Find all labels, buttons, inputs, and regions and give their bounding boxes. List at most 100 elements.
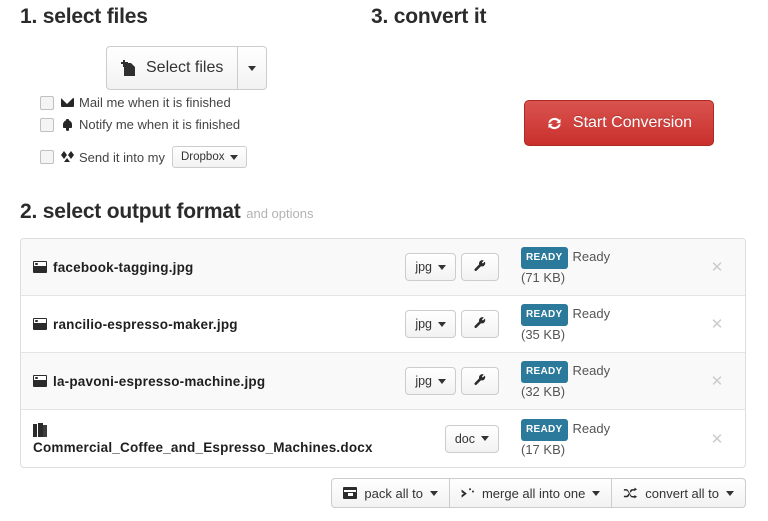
file-status-cell: READY Ready (71 KB) — [521, 247, 689, 287]
step-2-subtitle: and options — [246, 206, 314, 221]
image-icon — [33, 318, 47, 330]
file-name: Commercial_Coffee_and_Espresso_Machines.… — [33, 439, 373, 455]
status-badge: READY — [521, 304, 568, 326]
file-list-panel: facebook-tagging.jpg jpg READY Ready (71 … — [20, 238, 746, 468]
output-format-value: jpg — [415, 260, 432, 274]
file-add-icon — [121, 59, 137, 77]
table-row: la-pavoni-espresso-machine.jpg jpg READY… — [21, 353, 745, 410]
refresh-icon — [548, 117, 561, 129]
format-settings-button[interactable] — [461, 310, 499, 338]
file-size: (35 KB) — [521, 327, 566, 342]
dropbox-icon — [60, 151, 75, 163]
file-size: (17 KB) — [521, 441, 566, 457]
bell-icon — [60, 118, 75, 131]
file-name: facebook-tagging.jpg — [53, 259, 194, 275]
envelope-icon — [60, 98, 75, 107]
pack-all-to-button[interactable]: pack all to — [331, 478, 450, 508]
file-name-cell: la-pavoni-espresso-machine.jpg — [33, 374, 405, 389]
file-status-cell: READY Ready (32 KB) — [521, 361, 689, 401]
table-row: Commercial_Coffee_and_Espresso_Machines.… — [21, 410, 745, 467]
file-format-controls: jpg — [405, 310, 499, 338]
step-1-label: 1. select files — [20, 5, 148, 28]
status-badge: READY — [521, 361, 568, 383]
remove-file-button[interactable]: ✕ — [689, 296, 745, 352]
option-send-to-cloud[interactable]: Send it into my Dropbox — [40, 146, 248, 168]
chevron-down-icon — [429, 490, 438, 496]
status-text: Ready — [572, 420, 611, 436]
wrench-icon — [474, 317, 486, 328]
file-format-controls: doc — [444, 424, 499, 453]
table-row: facebook-tagging.jpg jpg READY Ready (71 … — [21, 239, 745, 296]
table-row: rancilio-espresso-maker.jpg jpg READY Rea… — [21, 296, 745, 353]
file-name: rancilio-espresso-maker.jpg — [53, 316, 238, 332]
status-badge: READY — [521, 418, 568, 441]
close-icon: ✕ — [710, 316, 724, 333]
step-3-label: 3. convert it — [371, 5, 487, 28]
start-conversion-label: Start Conversion — [572, 114, 693, 131]
option-mail-me-label: Mail me when it is finished — [79, 95, 231, 110]
checkbox-mail-me[interactable] — [40, 95, 54, 110]
bulk-actions-toolbar: pack all to merge all into one convert a… — [20, 478, 746, 508]
shuffle-icon — [624, 487, 638, 499]
remove-file-button[interactable]: ✕ — [689, 239, 745, 295]
output-format-dropdown[interactable]: jpg — [405, 310, 456, 338]
option-notify-me[interactable]: Notify me when it is finished — [40, 117, 240, 132]
output-format-dropdown[interactable]: jpg — [405, 367, 456, 395]
chevron-down-icon — [481, 436, 489, 441]
file-size: (71 KB) — [521, 270, 566, 285]
chevron-down-icon — [438, 378, 446, 384]
file-format-controls: jpg — [405, 367, 499, 395]
wrench-icon — [474, 374, 486, 385]
status-badge: READY — [521, 247, 568, 269]
remove-file-button[interactable]: ✕ — [689, 353, 745, 409]
convert-all-to-button[interactable]: convert all to — [611, 478, 746, 508]
wrench-icon — [474, 260, 486, 271]
chevron-down-icon — [248, 65, 257, 71]
document-icon — [33, 422, 48, 438]
archive-icon — [343, 487, 358, 499]
file-name-cell: facebook-tagging.jpg — [33, 260, 405, 275]
select-files-button[interactable]: Select files — [106, 46, 238, 90]
option-send-to-cloud-label: Send it into my — [79, 149, 165, 165]
merge-all-into-one-label: merge all into one — [481, 485, 586, 501]
select-files-button-group[interactable]: Select files — [106, 46, 268, 90]
step-2-label: 2. select output format — [20, 200, 241, 223]
chevron-down-icon — [230, 154, 239, 160]
pack-all-to-label: pack all to — [364, 485, 423, 501]
file-status-cell: READY Ready (35 KB) — [521, 304, 689, 344]
format-settings-button[interactable] — [461, 253, 499, 281]
image-icon — [33, 375, 47, 387]
option-mail-me[interactable]: Mail me when it is finished — [40, 95, 231, 110]
close-icon: ✕ — [710, 373, 724, 390]
file-status-cell: READY Ready (17 KB) — [521, 418, 689, 459]
select-files-label: Select files — [146, 59, 224, 76]
image-icon — [33, 261, 47, 273]
select-files-dropdown-toggle[interactable] — [237, 46, 268, 90]
status-text: Ready — [572, 306, 611, 321]
chevron-down-icon — [592, 490, 601, 496]
start-conversion-button[interactable]: Start Conversion — [524, 100, 714, 146]
format-settings-button[interactable] — [461, 367, 499, 395]
output-format-value: jpg — [415, 317, 432, 331]
merge-icon — [461, 488, 474, 498]
output-format-value: jpg — [415, 374, 432, 388]
output-format-value: doc — [454, 431, 475, 446]
option-notify-me-label: Notify me when it is finished — [79, 117, 241, 132]
close-icon: ✕ — [710, 430, 724, 448]
chevron-down-icon — [438, 321, 446, 327]
bulk-actions-group: pack all to merge all into one convert a… — [331, 478, 746, 508]
output-format-dropdown[interactable]: doc — [444, 424, 499, 453]
output-format-dropdown[interactable]: jpg — [405, 253, 456, 281]
file-format-controls: jpg — [405, 253, 499, 281]
chevron-down-icon — [438, 264, 446, 270]
page-title-step-1: 1. select files — [20, 6, 148, 27]
remove-file-button[interactable]: ✕ — [689, 410, 745, 467]
convert-all-to-label: convert all to — [645, 485, 719, 501]
merge-all-into-one-button[interactable]: merge all into one — [448, 478, 613, 508]
checkbox-notify-me[interactable] — [40, 117, 54, 132]
file-name: la-pavoni-espresso-machine.jpg — [53, 373, 266, 389]
cloud-service-dropdown[interactable]: Dropbox — [172, 146, 248, 168]
checkbox-send-to-cloud[interactable] — [40, 150, 54, 164]
file-name-cell: Commercial_Coffee_and_Espresso_Machines.… — [33, 422, 445, 455]
status-text: Ready — [572, 363, 611, 378]
